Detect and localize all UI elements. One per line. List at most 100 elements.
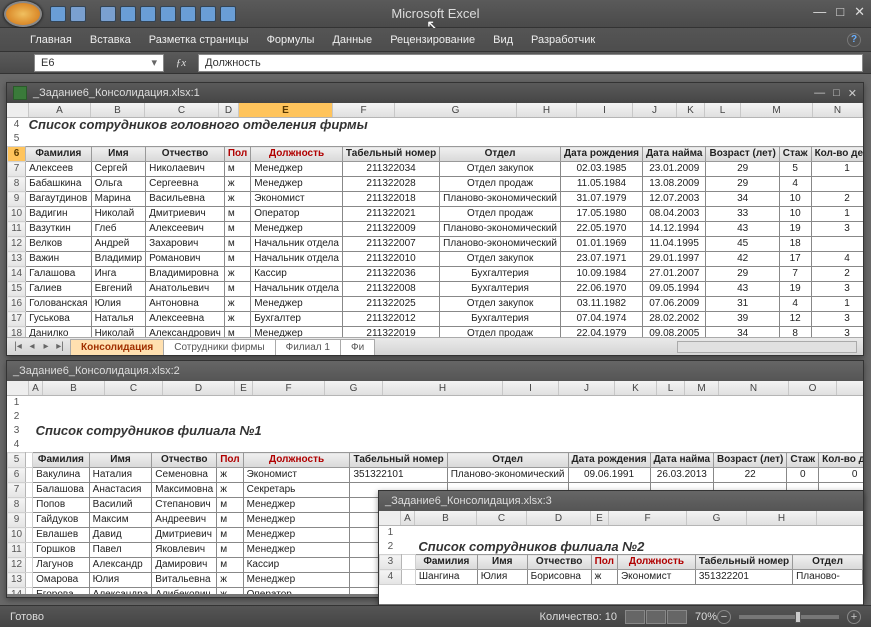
zoom-level[interactable]: 70% (695, 611, 717, 623)
formula-input[interactable]: Должность (198, 54, 863, 72)
col-header[interactable]: D (527, 511, 591, 525)
cell[interactable]: 02.03.1985 (560, 162, 642, 177)
cell[interactable]: м (217, 528, 243, 543)
window-title-bar[interactable]: _Задание6_Консолидация.xlsx:2 (7, 361, 863, 381)
row-header[interactable]: 8 (8, 498, 26, 513)
table-header[interactable]: Дата рождения (568, 453, 650, 468)
row-header[interactable]: 13 (8, 252, 26, 267)
col-header[interactable]: E (591, 511, 609, 525)
cell[interactable] (26, 483, 33, 498)
cell[interactable]: Кассир (251, 267, 343, 282)
cell[interactable]: Менеджер (251, 327, 343, 338)
cell[interactable]: 39 (706, 312, 779, 327)
table-header[interactable]: Имя (89, 453, 152, 468)
tab-nav-last[interactable]: ▸| (53, 341, 67, 352)
cell[interactable]: Наталья (91, 312, 146, 327)
cell[interactable]: 211322036 (342, 267, 439, 282)
col-header[interactable]: F (333, 103, 395, 117)
cell[interactable] (26, 528, 33, 543)
ribbon-tab-developer[interactable]: Разработчик (531, 34, 595, 46)
cell[interactable]: 10.09.1984 (560, 267, 642, 282)
column-headers[interactable]: A B C D E F G H (379, 511, 863, 526)
cell[interactable]: Захарович (146, 237, 225, 252)
cell[interactable] (26, 588, 33, 595)
table-header[interactable]: Стаж (787, 453, 819, 468)
cell[interactable]: 43 (706, 222, 779, 237)
cell[interactable]: Наталия (89, 468, 152, 483)
cell[interactable]: Секретарь (243, 483, 350, 498)
view-pagebreak-button[interactable] (667, 610, 687, 624)
table-header[interactable]: Отчество (527, 555, 591, 570)
cell[interactable]: Алексеевна (146, 312, 225, 327)
cell[interactable]: Василий (89, 498, 152, 513)
cell[interactable]: м (224, 162, 250, 177)
cell[interactable]: Алексеев (26, 162, 91, 177)
cell[interactable] (26, 468, 33, 483)
cell[interactable]: 17.05.1980 (560, 207, 642, 222)
cell[interactable]: Юлия (91, 297, 146, 312)
cell[interactable]: Вакулина (33, 468, 90, 483)
cell[interactable] (401, 555, 415, 570)
select-all-corner[interactable] (7, 103, 29, 117)
cell[interactable]: Отдел закупок (440, 162, 561, 177)
cell[interactable]: 2 (811, 267, 863, 282)
cell[interactable]: 29 (706, 267, 779, 282)
cell[interactable]: Экономист (243, 468, 350, 483)
cell[interactable]: Вазуткин (26, 222, 91, 237)
qat-print-icon[interactable] (140, 6, 156, 22)
qat-icon[interactable] (160, 6, 176, 22)
cell[interactable]: Начальник отдела (251, 237, 343, 252)
cell[interactable]: 11.05.1984 (560, 177, 642, 192)
row-header[interactable]: 5 (8, 453, 26, 468)
cell[interactable]: 211322034 (342, 162, 439, 177)
column-headers[interactable]: A B C D E F G H I J K L M N O (7, 381, 863, 396)
cell[interactable] (26, 573, 33, 588)
row-header[interactable]: 3 (380, 555, 402, 570)
tab-nav-next[interactable]: ▸ (39, 341, 53, 352)
cell[interactable]: 28.02.2002 (642, 312, 706, 327)
cell[interactable]: Ольга (91, 177, 146, 192)
cell[interactable]: 4 (811, 252, 863, 267)
cell[interactable]: Менеджер (243, 573, 350, 588)
row-header[interactable]: 14 (8, 588, 26, 595)
table-header[interactable]: Табельный номер (695, 555, 792, 570)
table-header[interactable]: Фамилия (415, 555, 477, 570)
cell[interactable]: Менеджер (243, 498, 350, 513)
row-header[interactable]: 15 (8, 282, 26, 297)
minimize-button[interactable]: — (813, 4, 826, 20)
table-header[interactable]: Имя (91, 147, 146, 162)
cell[interactable]: 4 (779, 177, 811, 192)
cell[interactable]: 29.01.1997 (642, 252, 706, 267)
cell[interactable]: 27.01.2007 (642, 267, 706, 282)
view-normal-button[interactable] (625, 610, 645, 624)
cell[interactable]: Кассир (243, 558, 350, 573)
row-header[interactable]: 9 (8, 513, 26, 528)
ribbon-tab-view[interactable]: Вид (493, 34, 513, 46)
cell[interactable]: 09.08.2005 (642, 327, 706, 338)
cell[interactable]: 34 (706, 327, 779, 338)
row-header[interactable]: 4 (8, 118, 26, 132)
cell[interactable]: Васильевна (146, 192, 225, 207)
cell[interactable]: Галашова (26, 267, 91, 282)
cell[interactable]: 10 (779, 207, 811, 222)
row-header[interactable]: 1 (380, 526, 402, 540)
cell[interactable]: Начальник отдела (251, 252, 343, 267)
cell[interactable]: 22 (714, 468, 787, 483)
qat-icon[interactable] (120, 6, 136, 22)
cell[interactable]: 1 (811, 207, 863, 222)
row-header[interactable]: 7 (8, 483, 26, 498)
cell[interactable]: 0 (819, 468, 863, 483)
cell[interactable]: Павел (89, 543, 152, 558)
cell[interactable]: 13.08.2009 (642, 177, 706, 192)
cell[interactable]: 211322021 (342, 207, 439, 222)
col-header[interactable]: C (145, 103, 219, 117)
cell[interactable]: Николай (91, 327, 146, 338)
cell[interactable]: м (217, 543, 243, 558)
col-header[interactable]: A (401, 511, 415, 525)
table-header[interactable]: Должность (617, 555, 695, 570)
cell[interactable]: Планово-экономический (440, 192, 561, 207)
cell[interactable]: м (224, 252, 250, 267)
table-header[interactable]: Отдел (793, 555, 863, 570)
win-minimize-button[interactable]: — (814, 87, 825, 100)
cell[interactable]: Лагунов (33, 558, 90, 573)
